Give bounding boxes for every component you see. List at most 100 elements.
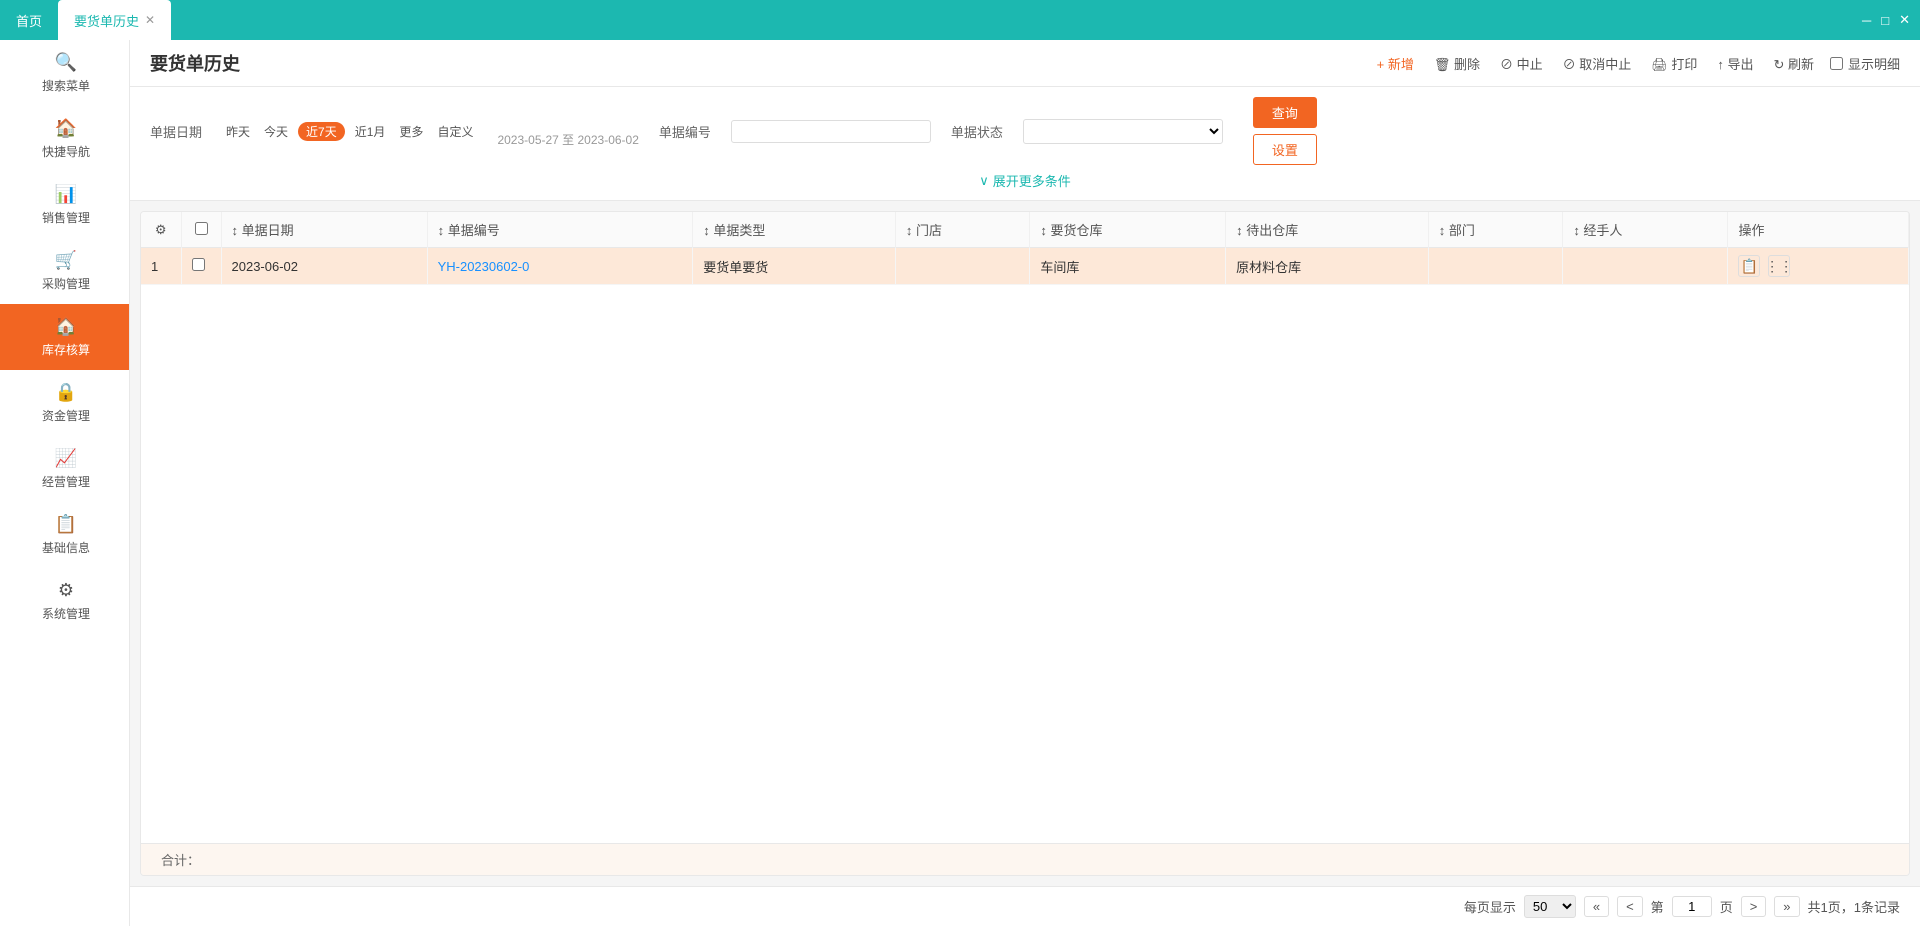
summary-label: 合计： — [161, 853, 200, 868]
row-actions: 📋 ⋮⋮ — [1728, 248, 1909, 285]
sidebar-item-sales[interactable]: 📊 销售管理 — [0, 172, 129, 238]
print-button[interactable]: 🖨 打印 — [1647, 52, 1701, 75]
sidebar-item-search[interactable]: 🔍 搜索菜单 — [0, 40, 129, 106]
delete-button[interactable]: 🗑 删除 — [1430, 52, 1484, 75]
row-out-warehouse: 原材料仓库 — [1226, 248, 1429, 285]
top-bar: 首页 要货单历史 ✕ ─ □ ✕ — [0, 0, 1920, 40]
sidebar-item-operations[interactable]: 📈 经营管理 — [0, 436, 129, 502]
next-page-btn[interactable]: > — [1741, 896, 1767, 917]
new-button[interactable]: + 新增 — [1373, 52, 1418, 75]
table-row[interactable]: 1 2023-06-02 YH-20230602-0 要货单要货 车间库 原材料… — [141, 248, 1909, 285]
window-minimize-btn[interactable]: ─ — [1862, 13, 1871, 28]
sidebar-item-system[interactable]: ⚙ 系统管理 — [0, 568, 129, 634]
purchase-icon: 🛒 — [55, 250, 77, 271]
export-button[interactable]: ↑ 导出 — [1713, 52, 1757, 75]
date-btn-1month[interactable]: 近1月 — [351, 122, 390, 141]
sidebar-item-purchase[interactable]: 🛒 采购管理 — [0, 238, 129, 304]
page-unit: 页 — [1720, 897, 1733, 916]
main-layout: 🔍 搜索菜单 🏠 快捷导航 📊 销售管理 🛒 采购管理 🏠 库存核算 🔒 资金管… — [0, 40, 1920, 926]
doc-no-label: 单据编号 — [659, 122, 711, 141]
col-handler[interactable]: ↕ 经手人 — [1563, 212, 1728, 248]
sidebar-item-inventory-label: 库存核算 — [42, 341, 90, 358]
search-icon: 🔍 — [55, 52, 77, 73]
col-settings[interactable]: ⚙ — [141, 212, 181, 248]
filter-row-1: 单据日期 昨天 今天 近7天 近1月 更多 自定义 2023-05-27 至 2… — [150, 97, 1900, 165]
col-store[interactable]: ↕ 门店 — [895, 212, 1030, 248]
filter-actions: 查询 设置 — [1253, 97, 1317, 165]
date-btn-custom[interactable]: 自定义 — [433, 122, 477, 141]
table-footer: 合计： — [141, 843, 1909, 875]
sidebar-item-baseinfo[interactable]: 📋 基础信息 — [0, 502, 129, 568]
date-btn-7days[interactable]: 近7天 — [298, 122, 345, 141]
date-btn-more[interactable]: 更多 — [395, 122, 427, 141]
tab-requisition-label: 要货单历史 — [74, 11, 139, 30]
setting-button[interactable]: 设置 — [1253, 134, 1317, 165]
sidebar-item-sales-label: 销售管理 — [42, 209, 90, 226]
row-edit-btn[interactable]: 📋 — [1738, 255, 1760, 277]
sidebar-item-quicknav[interactable]: 🏠 快捷导航 — [0, 106, 129, 172]
sidebar-item-inventory[interactable]: 🏠 库存核算 — [0, 304, 129, 370]
tab-home-label: 首页 — [16, 11, 42, 30]
sidebar-item-purchase-label: 采购管理 — [42, 275, 90, 292]
operations-icon: 📈 — [55, 448, 77, 469]
expand-filter-label: 展开更多条件 — [993, 171, 1071, 190]
doc-no-input[interactable] — [731, 120, 931, 143]
tab-requisition-history[interactable]: 要货单历史 ✕ — [58, 0, 171, 40]
col-doc-no[interactable]: ↕ 单据编号 — [427, 212, 693, 248]
stop-button[interactable]: ⊘ 中止 — [1496, 52, 1547, 75]
tab-close-icon[interactable]: ✕ — [145, 13, 155, 27]
col-department[interactable]: ↕ 部门 — [1428, 212, 1563, 248]
row-more-btn[interactable]: ⋮⋮ — [1768, 255, 1790, 277]
sidebar: 🔍 搜索菜单 🏠 快捷导航 📊 销售管理 🛒 采购管理 🏠 库存核算 🔒 资金管… — [0, 40, 130, 926]
status-label: 单据状态 — [951, 122, 1003, 141]
col-doc-type[interactable]: ↕ 单据类型 — [693, 212, 896, 248]
row-department — [1428, 248, 1563, 285]
data-table: ⚙ ↕ 单据日期 ↕ 单据编号 ↕ 单据类型 ↕ 门店 ↕ 要货仓库 ↕ 待出仓… — [141, 212, 1909, 285]
display-detail-checkbox[interactable] — [1830, 57, 1843, 70]
system-icon: ⚙ — [58, 580, 74, 601]
refresh-button[interactable]: ↻ 刷新 — [1769, 52, 1818, 75]
row-doc-no: YH-20230602-0 — [427, 248, 693, 285]
sidebar-item-search-label: 搜索菜单 — [42, 77, 90, 94]
expand-filter-btn[interactable]: ∨ 展开更多条件 — [979, 171, 1071, 190]
row-store — [895, 248, 1030, 285]
page-number-input[interactable] — [1672, 896, 1712, 917]
sidebar-item-finance[interactable]: 🔒 资金管理 — [0, 370, 129, 436]
sidebar-item-baseinfo-label: 基础信息 — [42, 539, 90, 556]
inventory-icon: 🏠 — [55, 316, 77, 337]
first-page-btn[interactable]: « — [1584, 896, 1609, 917]
row-checkbox[interactable] — [181, 248, 221, 285]
home-icon: 🏠 — [55, 118, 77, 139]
total-info: 共1页，1条记录 — [1808, 897, 1900, 916]
query-button[interactable]: 查询 — [1253, 97, 1317, 128]
page-title: 要货单历史 — [150, 50, 240, 76]
last-page-btn[interactable]: » — [1774, 896, 1799, 917]
col-date[interactable]: ↕ 单据日期 — [221, 212, 427, 248]
window-close-btn[interactable]: ✕ — [1899, 12, 1910, 28]
tab-home[interactable]: 首页 — [0, 0, 58, 40]
row-handler — [1563, 248, 1728, 285]
toolbar: + 新增 🗑 删除 ⊘ 中止 ⊘ 取消中止 🖨 打印 ↑ 导出 ↻ 刷新 显示明… — [1373, 52, 1900, 75]
col-req-warehouse[interactable]: ↕ 要货仓库 — [1030, 212, 1226, 248]
status-select[interactable] — [1023, 119, 1223, 144]
select-all-checkbox[interactable] — [195, 222, 208, 235]
col-action: 操作 — [1728, 212, 1909, 248]
finance-icon: 🔒 — [55, 382, 77, 403]
sales-icon: 📊 — [55, 184, 77, 205]
row-date: 2023-06-02 — [221, 248, 427, 285]
doc-no-link[interactable]: YH-20230602-0 — [438, 259, 530, 274]
current-page-prefix: 第 — [1651, 897, 1664, 916]
prev-page-btn[interactable]: < — [1617, 896, 1643, 917]
top-bar-right: ─ □ ✕ — [1862, 12, 1920, 28]
content-area: 要货单历史 + 新增 🗑 删除 ⊘ 中止 ⊘ 取消中止 🖨 打印 ↑ 导出 ↻ … — [130, 40, 1920, 926]
date-btn-yesterday[interactable]: 昨天 — [222, 122, 254, 141]
page-size-select[interactable]: 50 20 100 — [1524, 895, 1576, 918]
sidebar-item-quicknav-label: 快捷导航 — [42, 143, 90, 160]
cancel-stop-button[interactable]: ⊘ 取消中止 — [1559, 52, 1636, 75]
col-out-warehouse[interactable]: ↕ 待出仓库 — [1226, 212, 1429, 248]
display-detail-label: 显示明细 — [1848, 54, 1900, 73]
date-btn-today[interactable]: 今天 — [260, 122, 292, 141]
pagination: 每页显示 50 20 100 « < 第 页 > » 共1页，1条记录 — [130, 886, 1920, 926]
window-maximize-btn[interactable]: □ — [1881, 13, 1889, 28]
display-detail-toggle[interactable]: 显示明细 — [1830, 54, 1900, 73]
